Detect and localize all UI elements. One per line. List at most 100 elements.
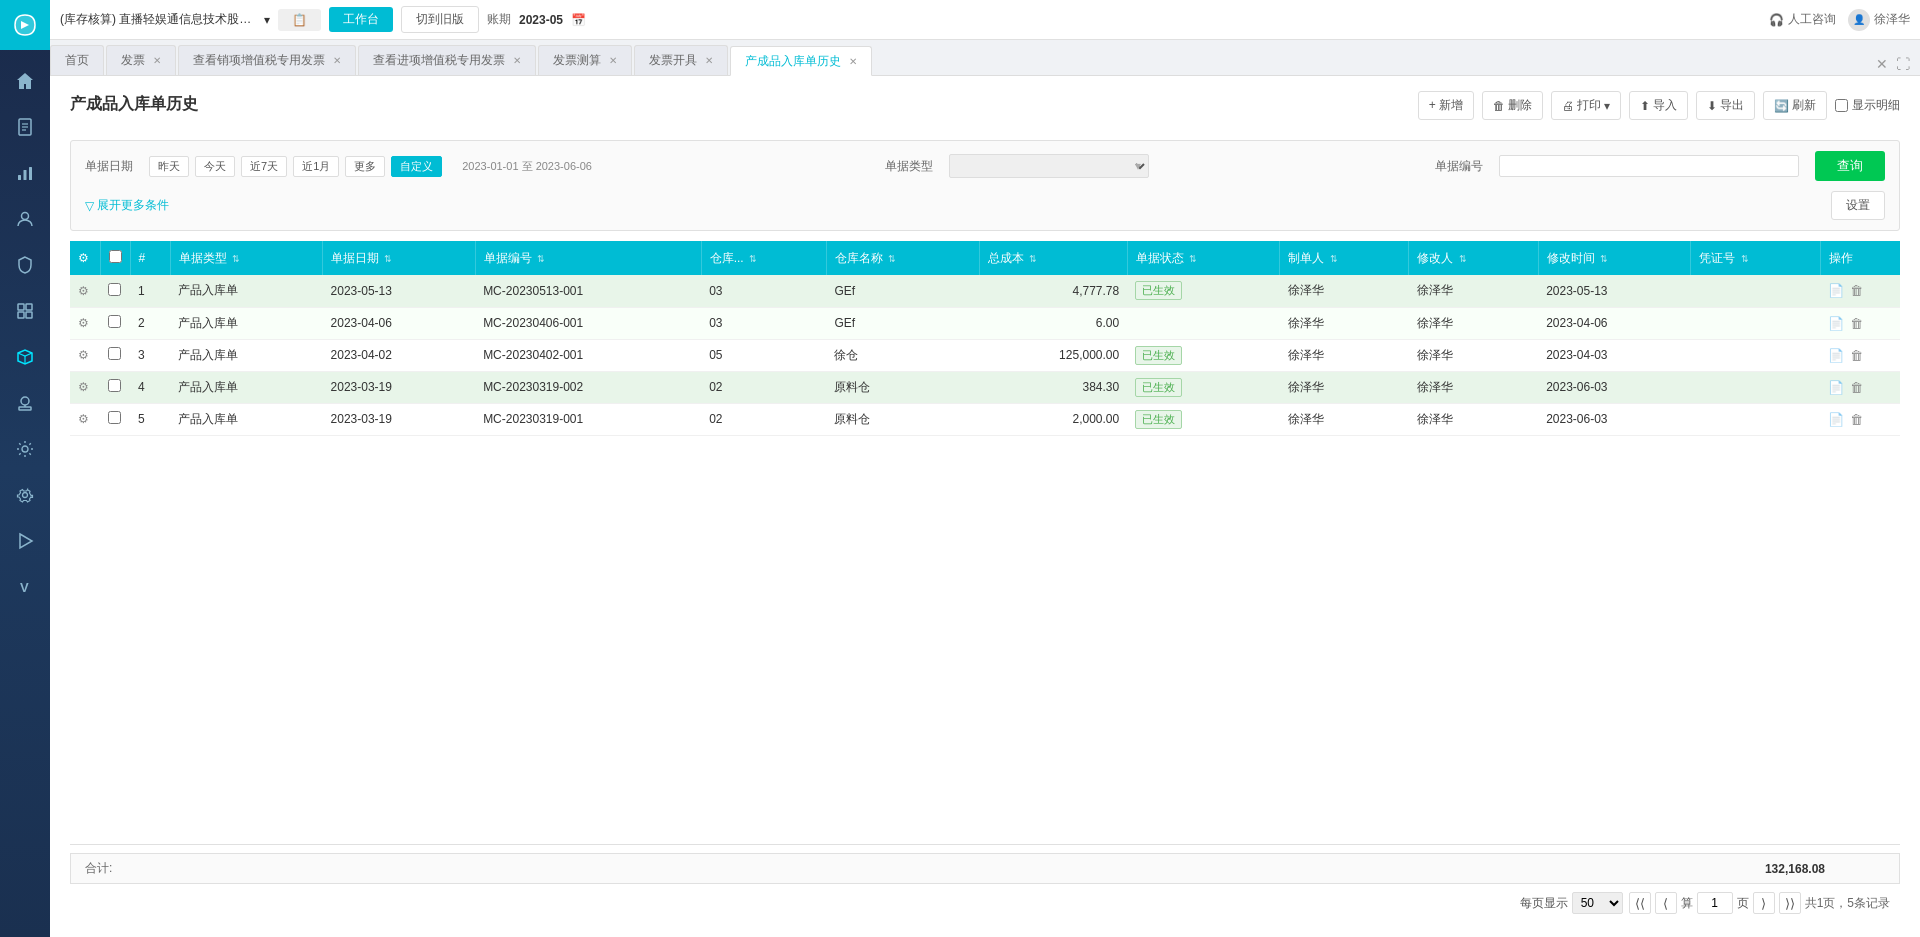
delete-row-icon[interactable]: 🗑 bbox=[1850, 412, 1863, 427]
tab-home[interactable]: 首页 bbox=[50, 45, 104, 75]
tab-close-all-icon[interactable]: ✕ bbox=[1876, 56, 1888, 72]
delete-row-icon[interactable]: 🗑 bbox=[1850, 348, 1863, 363]
doc-number-link[interactable]: MC-20230319-002 bbox=[483, 380, 583, 394]
row-checkbox-1[interactable] bbox=[108, 315, 121, 328]
summary-label: 合计: bbox=[85, 860, 112, 877]
tab-check-sales[interactable]: 查看销项增值税专用发票 ✕ bbox=[178, 45, 356, 75]
quick-1month[interactable]: 近1月 bbox=[293, 156, 339, 177]
doc-number-link[interactable]: MC-20230513-001 bbox=[483, 284, 583, 298]
tab-product-history[interactable]: 产成品入库单历史 ✕ bbox=[730, 46, 872, 76]
delete-row-icon[interactable]: 🗑 bbox=[1850, 283, 1863, 298]
sidebar-item-settings2[interactable] bbox=[0, 426, 50, 472]
set-button[interactable]: 设置 bbox=[1831, 191, 1885, 220]
col-date[interactable]: 单据日期 ⇅ bbox=[323, 241, 476, 275]
doc-number-link[interactable]: MC-20230402-001 bbox=[483, 348, 583, 362]
quick-custom[interactable]: 自定义 bbox=[391, 156, 442, 177]
pager-first-btn[interactable]: ⟨⟨ bbox=[1629, 892, 1651, 914]
copy-btn[interactable]: 📋 bbox=[278, 9, 321, 31]
print-button[interactable]: 🖨 打印 ▾ bbox=[1551, 91, 1621, 120]
sidebar-item-home[interactable] bbox=[0, 58, 50, 104]
tab-invoice-close[interactable]: ✕ bbox=[153, 55, 161, 66]
sidebar-item-stamp[interactable] bbox=[0, 380, 50, 426]
edit-icon[interactable]: 📄 bbox=[1828, 348, 1844, 363]
col-settings[interactable]: ⚙ bbox=[70, 241, 100, 275]
export-button[interactable]: ⬇ 导出 bbox=[1696, 91, 1755, 120]
period-calendar-icon[interactable]: 📅 bbox=[571, 13, 586, 27]
delete-button[interactable]: 🗑 删除 bbox=[1482, 91, 1543, 120]
per-page-select[interactable]: 50 100 200 bbox=[1572, 892, 1623, 914]
col-status[interactable]: 单据状态 ⇅ bbox=[1127, 241, 1280, 275]
sidebar-item-v[interactable]: V bbox=[0, 564, 50, 610]
company-selector[interactable]: (库存核算) 直播轻娱通信息技术股份有限公司 ▾ bbox=[60, 11, 270, 28]
row-checkbox-4[interactable] bbox=[108, 411, 121, 424]
edit-icon[interactable]: 📄 bbox=[1828, 316, 1844, 331]
delete-row-icon[interactable]: 🗑 bbox=[1850, 380, 1863, 395]
tab-invoice-calc-close[interactable]: ✕ bbox=[609, 55, 617, 66]
row-checkbox-3[interactable] bbox=[108, 379, 121, 392]
sidebar-item-shield[interactable] bbox=[0, 242, 50, 288]
tab-invoice-open[interactable]: 发票开具 ✕ bbox=[634, 45, 728, 75]
col-warehouse-code[interactable]: 仓库... ⇅ bbox=[701, 241, 826, 275]
workbench-button[interactable]: 工作台 bbox=[329, 7, 393, 32]
edit-icon[interactable]: 📄 bbox=[1828, 412, 1844, 427]
col-settings-icon[interactable]: ⚙ bbox=[78, 380, 89, 394]
type-select[interactable]: 产品入库单 bbox=[949, 154, 1149, 178]
quick-more[interactable]: 更多 bbox=[345, 156, 385, 177]
number-filter-input[interactable] bbox=[1499, 155, 1799, 177]
col-warehouse-name[interactable]: 仓库名称 ⇅ bbox=[826, 241, 979, 275]
col-type[interactable]: 单据类型 ⇅ bbox=[170, 241, 323, 275]
sidebar-item-box[interactable] bbox=[0, 334, 50, 380]
col-settings-icon[interactable]: ⚙ bbox=[78, 284, 89, 298]
switch-button[interactable]: 切到旧版 bbox=[401, 6, 479, 33]
refresh-button[interactable]: 🔄 刷新 bbox=[1763, 91, 1827, 120]
pager-prev-btn[interactable]: ⟨ bbox=[1655, 892, 1677, 914]
doc-number-link[interactable]: MC-20230319-001 bbox=[483, 412, 583, 426]
sidebar-item-docs[interactable] bbox=[0, 104, 50, 150]
delete-row-icon[interactable]: 🗑 bbox=[1850, 316, 1863, 331]
col-checkbox[interactable] bbox=[100, 241, 130, 275]
tab-product-history-close[interactable]: ✕ bbox=[849, 56, 857, 67]
tab-invoice-open-close[interactable]: ✕ bbox=[705, 55, 713, 66]
user-info[interactable]: 👤 徐泽华 bbox=[1848, 9, 1910, 31]
col-settings-icon[interactable]: ⚙ bbox=[78, 412, 89, 426]
sidebar-item-chart[interactable] bbox=[0, 150, 50, 196]
doc-number-link[interactable]: MC-20230406-001 bbox=[483, 316, 583, 330]
tab-check-purchase-close[interactable]: ✕ bbox=[513, 55, 521, 66]
pager-last-btn[interactable]: ⟩⟩ bbox=[1779, 892, 1801, 914]
import-button[interactable]: ⬆ 导入 bbox=[1629, 91, 1688, 120]
sidebar-item-gear[interactable] bbox=[0, 472, 50, 518]
row-checkbox-0[interactable] bbox=[108, 283, 121, 296]
edit-icon[interactable]: 📄 bbox=[1828, 380, 1844, 395]
sidebar-item-person[interactable] bbox=[0, 196, 50, 242]
sidebar-item-play[interactable] bbox=[0, 518, 50, 564]
sidebar-item-grid[interactable] bbox=[0, 288, 50, 334]
tab-check-purchase[interactable]: 查看进项增值税专用发票 ✕ bbox=[358, 45, 536, 75]
tab-invoice-calc[interactable]: 发票测算 ✕ bbox=[538, 45, 632, 75]
pager-current-input[interactable] bbox=[1697, 892, 1733, 914]
col-modify-time[interactable]: 修改时间 ⇅ bbox=[1538, 241, 1691, 275]
col-creator[interactable]: 制单人 ⇅ bbox=[1280, 241, 1409, 275]
col-number[interactable]: 单据编号 ⇅ bbox=[475, 241, 701, 275]
edit-icon[interactable]: 📄 bbox=[1828, 283, 1844, 298]
col-modifier[interactable]: 修改人 ⇅ bbox=[1409, 241, 1538, 275]
col-total-cost[interactable]: 总成本 ⇅ bbox=[979, 241, 1127, 275]
query-button[interactable]: 查询 bbox=[1815, 151, 1885, 181]
quick-7days[interactable]: 近7天 bbox=[241, 156, 287, 177]
quick-yesterday[interactable]: 昨天 bbox=[149, 156, 189, 177]
select-all-checkbox[interactable] bbox=[109, 250, 122, 263]
col-voucher[interactable]: 凭证号 ⇅ bbox=[1691, 241, 1820, 275]
col-settings-icon[interactable]: ⚙ bbox=[78, 348, 89, 362]
col-settings-icon[interactable]: ⚙ bbox=[78, 316, 89, 330]
show-detail-toggle[interactable]: 显示明细 bbox=[1835, 97, 1900, 114]
pager-next-btn[interactable]: ⟩ bbox=[1753, 892, 1775, 914]
ai-service-btn[interactable]: 🎧 人工咨询 bbox=[1769, 11, 1836, 28]
show-detail-checkbox[interactable] bbox=[1835, 99, 1848, 112]
quick-today[interactable]: 今天 bbox=[195, 156, 235, 177]
new-button[interactable]: + 新增 bbox=[1418, 91, 1474, 120]
tab-invoice[interactable]: 发票 ✕ bbox=[106, 45, 176, 75]
app-logo[interactable] bbox=[0, 0, 50, 50]
row-checkbox-2[interactable] bbox=[108, 347, 121, 360]
expand-more-btn[interactable]: ▽ 展开更多条件 bbox=[85, 197, 169, 214]
tab-expand-icon[interactable]: ⛶ bbox=[1896, 56, 1910, 72]
tab-check-sales-close[interactable]: ✕ bbox=[333, 55, 341, 66]
